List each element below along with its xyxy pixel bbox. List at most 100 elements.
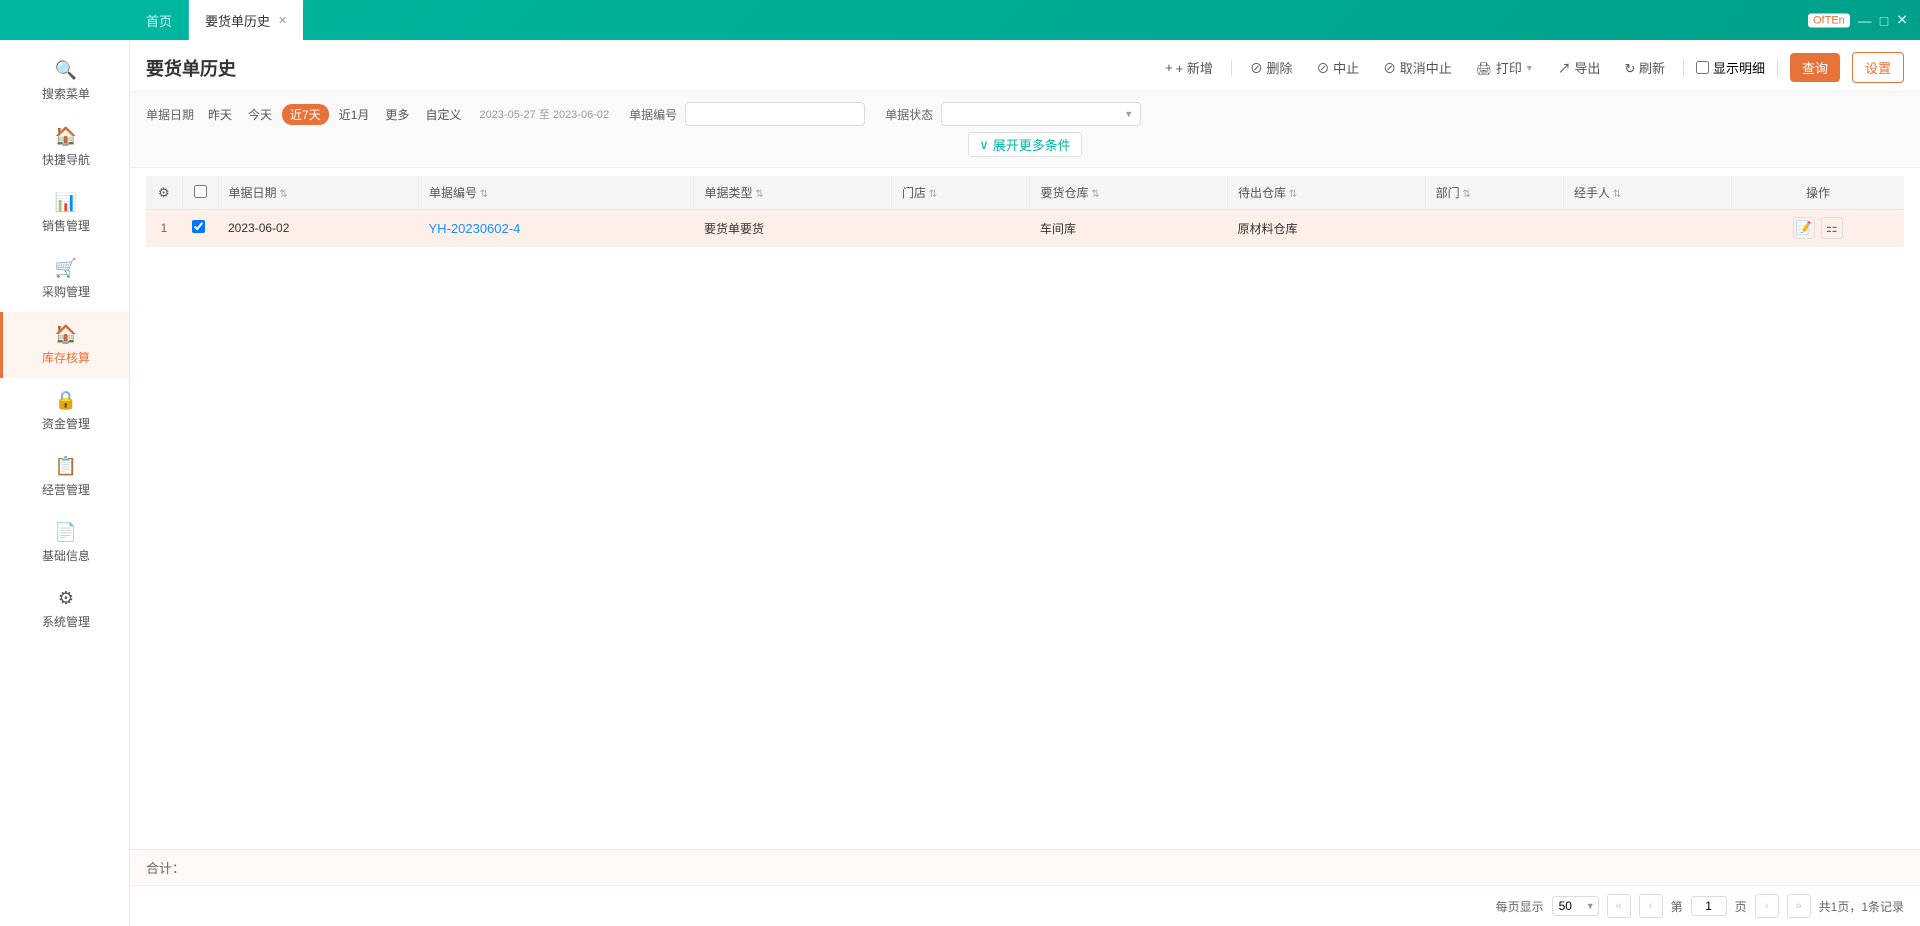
th-pending-warehouse[interactable]: 待出仓库: [1228, 176, 1426, 210]
date-btn-7days[interactable]: 近7天: [282, 104, 329, 125]
prev-page-button[interactable]: ‹: [1639, 894, 1663, 918]
sidebar-item-inventory[interactable]: 🏠 库存核算: [0, 312, 129, 378]
billno-filter-label: 单据编号: [629, 106, 677, 123]
first-page-button[interactable]: «: [1607, 894, 1631, 918]
th-handler[interactable]: 经手人: [1563, 176, 1731, 210]
status-filter-select[interactable]: [941, 102, 1141, 126]
date-btn-custom[interactable]: 自定义: [419, 104, 467, 125]
tab-close-icon[interactable]: ✕: [278, 14, 287, 27]
main-layout: 🔍 搜索菜单 🏠 快捷导航 📊 销售管理 🛒 采购管理 🏠 库存核算 🔒 资金管…: [0, 40, 1920, 926]
display-detail-wrap: 显示明细: [1696, 58, 1765, 77]
date-btn-more[interactable]: 更多: [379, 104, 415, 125]
page-input[interactable]: [1691, 896, 1727, 916]
select-all-checkbox[interactable]: [194, 185, 207, 198]
export-button[interactable]: ↗ 导出: [1552, 54, 1607, 81]
often-badge[interactable]: OfTEn: [1808, 13, 1850, 27]
page-size-select[interactable]: 20 50 100 200: [1552, 896, 1599, 916]
td-billno[interactable]: YH-20230602-4: [419, 210, 694, 247]
sidebar-item-purchase[interactable]: 🛒 采购管理: [0, 246, 129, 312]
print-button[interactable]: 🖨 打印 ▼: [1470, 54, 1540, 81]
tab-requisition-history[interactable]: 要货单历史 ✕: [189, 0, 303, 40]
stop-label: ⊘ 中止: [1317, 58, 1360, 77]
sidebar-item-finance[interactable]: 🔒 资金管理: [0, 378, 129, 444]
td-billtype: 要货单要货: [694, 210, 892, 247]
delete-label: ⊘ 删除: [1250, 58, 1293, 77]
tab-home[interactable]: 首页: [130, 0, 189, 40]
new-button[interactable]: + + 新增: [1159, 54, 1219, 81]
td-pending-warehouse: 原材料仓库: [1228, 210, 1426, 247]
expand-more-icon: ∨: [979, 137, 989, 153]
page-info-text: 共1页，1条记录: [1819, 898, 1904, 915]
inventory-icon: 🏠: [55, 324, 77, 345]
sidebar-item-inventory-label: 库存核算: [42, 349, 90, 366]
status-filter-label: 单据状态: [885, 106, 933, 123]
td-department: [1425, 210, 1563, 247]
th-req-warehouse[interactable]: 要货仓库: [1030, 176, 1228, 210]
page-header: 要货单历史 + + 新增 ⊘ 删除 ⊘ 中止 ⊘ 取消中止 🖨 打印: [130, 40, 1920, 92]
window-minimize-icon[interactable]: —: [1858, 12, 1872, 28]
th-checkbox: [182, 176, 218, 210]
top-bar: 首页 要货单历史 ✕ OfTEn — □ ✕: [0, 0, 1920, 40]
sidebar-item-quicknav[interactable]: 🏠 快捷导航: [0, 114, 129, 180]
home-icon: 🏠: [55, 126, 77, 147]
th-store[interactable]: 门店: [892, 176, 1030, 210]
th-actions: 操作: [1731, 176, 1904, 210]
date-filter-label: 单据日期: [146, 106, 194, 123]
date-btns: 昨天 今天 近7天 近1月 更多 自定义: [202, 104, 467, 125]
window-close-icon[interactable]: ✕: [1896, 12, 1908, 29]
th-billno[interactable]: 单据编号: [419, 176, 694, 210]
bill-no-link[interactable]: YH-20230602-4: [429, 221, 521, 236]
window-maximize-icon[interactable]: □: [1880, 12, 1888, 28]
sidebar-item-operations[interactable]: 📋 经营管理: [0, 444, 129, 510]
stop-button[interactable]: ⊘ 中止: [1311, 54, 1366, 81]
search-icon: 🔍: [55, 60, 77, 81]
sidebar-item-operations-label: 经营管理: [42, 481, 90, 498]
new-label: + 新增: [1176, 58, 1213, 77]
toolbar: + + 新增 ⊘ 删除 ⊘ 中止 ⊘ 取消中止 🖨 打印 ▼: [1159, 52, 1904, 83]
toolbar-divider-3: [1777, 60, 1778, 76]
sidebar-item-sales[interactable]: 📊 销售管理: [0, 180, 129, 246]
next-page-button[interactable]: ›: [1755, 894, 1779, 918]
row-checkbox[interactable]: [192, 220, 205, 233]
sidebar-item-basicinfo[interactable]: 📄 基础信息: [0, 510, 129, 576]
tab-requisition-label: 要货单历史: [205, 11, 270, 30]
date-btn-yesterday[interactable]: 昨天: [202, 104, 238, 125]
system-icon: ⚙: [58, 588, 74, 609]
sidebar-item-basicinfo-label: 基础信息: [42, 547, 90, 564]
table-row: 1 2023-06-02 YH-20230602-4 要货单要货 车间库 原材料…: [146, 210, 1904, 247]
th-settings[interactable]: ⚙: [146, 176, 182, 210]
date-filter-group: 单据日期 昨天 今天 近7天 近1月 更多 自定义 2023-05-27 至 2…: [146, 104, 609, 125]
query-label: 查询: [1802, 58, 1828, 77]
date-btn-today[interactable]: 今天: [242, 104, 278, 125]
settings-button[interactable]: 设置: [1852, 52, 1904, 83]
th-billtype[interactable]: 单据类型: [694, 176, 892, 210]
table-area: ⚙ 单据日期 单据编号 单据类型 门店 要货仓库 待出仓库 部门 经手人 操: [130, 168, 1920, 849]
page-label-prefix: 第: [1671, 898, 1683, 915]
cancel-stop-label: ⊘ 取消中止: [1383, 58, 1452, 77]
td-actions: 📝 ⚏: [1731, 210, 1904, 247]
query-button[interactable]: 查询: [1790, 53, 1840, 82]
status-select-wrap: [941, 102, 1141, 126]
sidebar-item-system[interactable]: ⚙ 系统管理: [0, 576, 129, 642]
row-detail-icon[interactable]: ⚏: [1821, 217, 1843, 239]
td-store: [892, 210, 1030, 247]
pagination-bar: 每页显示 20 50 100 200 « ‹ 第 页 › » 共1页，1条记录: [130, 885, 1920, 926]
tab-home-label: 首页: [146, 11, 172, 30]
sidebar-item-search-label: 搜索菜单: [42, 85, 90, 102]
th-department[interactable]: 部门: [1425, 176, 1563, 210]
cancel-stop-button[interactable]: ⊘ 取消中止: [1377, 54, 1458, 81]
sidebar-item-purchase-label: 采购管理: [42, 283, 90, 300]
refresh-button[interactable]: ↻ 刷新: [1618, 54, 1671, 81]
expand-more-button[interactable]: ∨ 展开更多条件: [968, 132, 1082, 157]
delete-button[interactable]: ⊘ 删除: [1244, 54, 1299, 81]
last-page-button[interactable]: »: [1787, 894, 1811, 918]
sidebar-item-search[interactable]: 🔍 搜索菜单: [0, 48, 129, 114]
page-size-label: 每页显示: [1496, 898, 1544, 915]
th-date[interactable]: 单据日期: [218, 176, 419, 210]
row-edit-icon[interactable]: 📝: [1793, 217, 1815, 239]
date-btn-1month[interactable]: 近1月: [333, 104, 376, 125]
display-detail-label: 显示明细: [1713, 58, 1765, 77]
billno-filter-input[interactable]: [685, 102, 865, 126]
display-detail-checkbox[interactable]: [1696, 61, 1709, 74]
new-icon: +: [1165, 60, 1173, 75]
